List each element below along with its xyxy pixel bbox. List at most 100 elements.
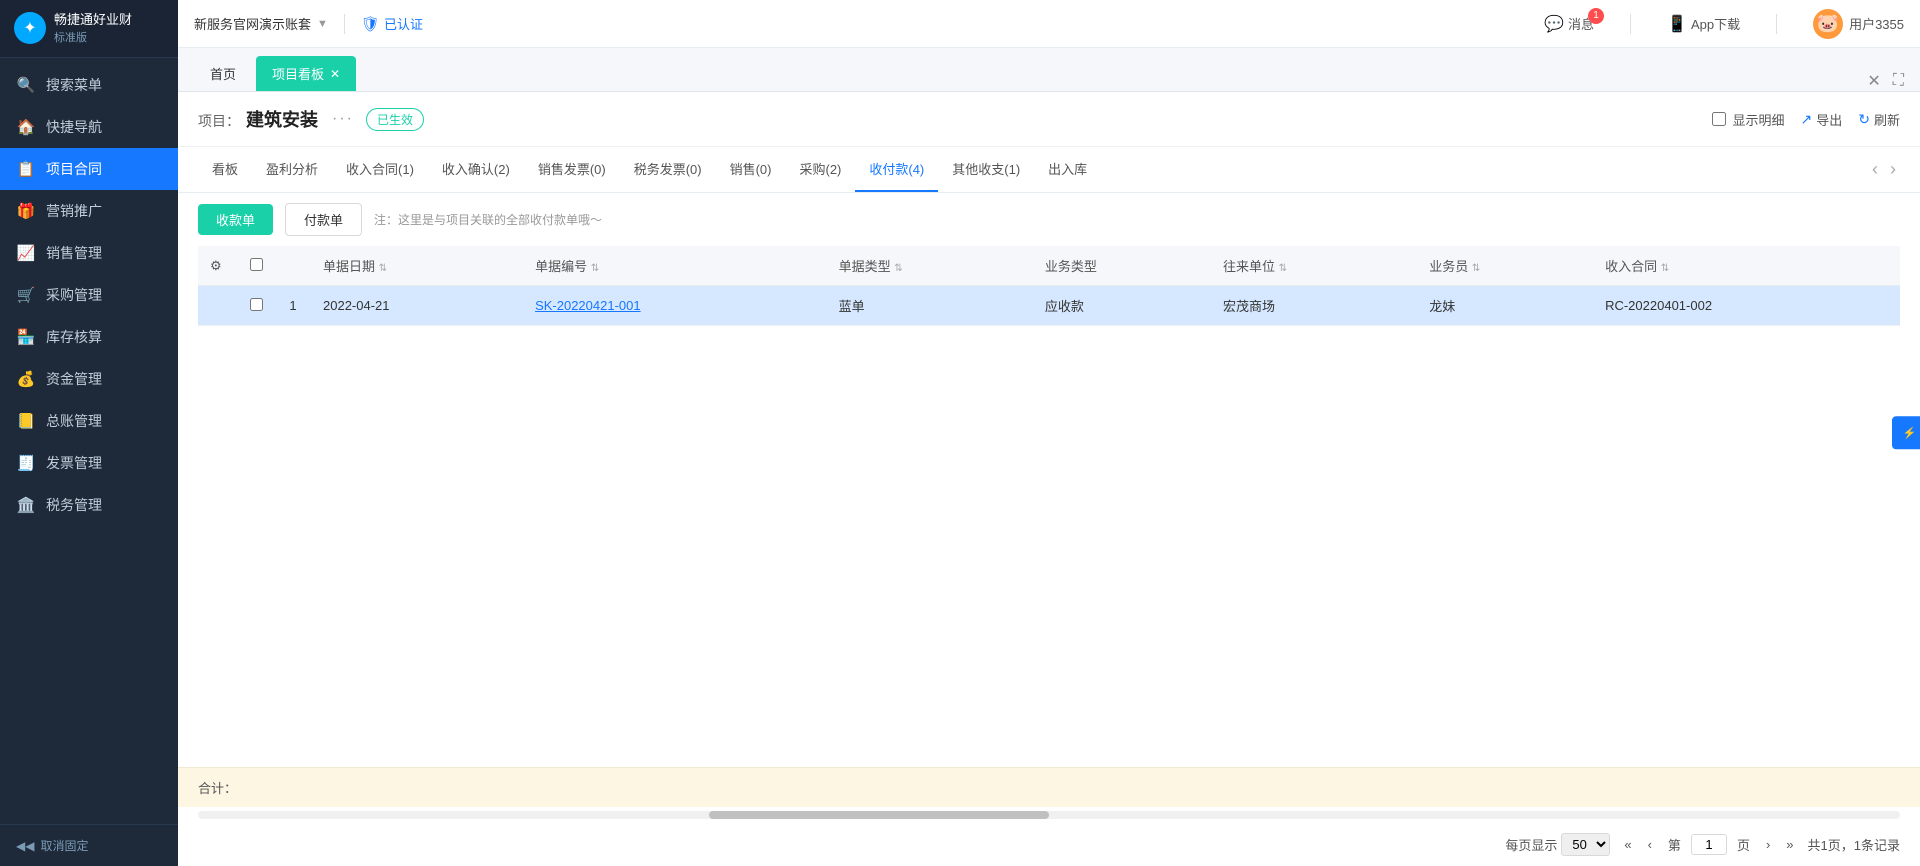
project-name: 建筑安装 [246, 110, 318, 130]
shield-icon: 🛡 [361, 15, 380, 33]
sidebar-item-inventory[interactable]: 🏪 库存核算 [0, 316, 178, 358]
app-download-button[interactable]: 📱 App下载 [1667, 14, 1740, 34]
sidebar-item-purchase[interactable]: 🛒 采购管理 [0, 274, 178, 316]
th-type[interactable]: 单据类型 [827, 246, 1033, 286]
chart-icon: 📈 [16, 243, 36, 263]
expand-window-icon[interactable]: ⛶ [1893, 72, 1904, 90]
tabbar: 首页 项目看板 ✕ ✕ ⛶ [178, 48, 1920, 92]
avatar: 🐷 [1813, 9, 1843, 39]
subnav-sales-invoice[interactable]: 销售发票(0) [524, 147, 620, 192]
subnav-tax-invoice[interactable]: 税务发票(0) [620, 147, 716, 192]
sidebar-item-marketing[interactable]: 🎁 营销推广 [0, 190, 178, 232]
td-date: 2022-04-21 [311, 286, 523, 326]
right-float-label: ⚡ [1903, 426, 1915, 439]
cancel-pin-label: 取消固定 [40, 837, 88, 854]
project-more-button[interactable]: ··· [332, 110, 354, 128]
tab-close-icon[interactable]: ✕ [330, 67, 340, 81]
td-number[interactable]: SK-20220421-001 [523, 286, 827, 326]
th-checkbox[interactable] [238, 246, 275, 286]
first-page-button[interactable]: « [1618, 835, 1637, 854]
app-edition: 标准版 [54, 29, 132, 45]
close-window-icon[interactable]: ✕ [1867, 71, 1880, 91]
gift-icon: 🎁 [16, 201, 36, 221]
table-body: 1 2022-04-21 SK-20220421-001 蓝单 [198, 286, 1900, 326]
th-biz-type: 业务类型 [1033, 246, 1211, 286]
subnav-arrow-right[interactable]: › [1886, 159, 1900, 180]
sidebar-item-sales[interactable]: 📈 销售管理 [0, 232, 178, 274]
th-settings[interactable]: ⚙ [198, 246, 238, 286]
table-wrap: ⚙ 单据日期 单据编号 [178, 246, 1920, 767]
subnav-arrow-left[interactable]: ‹ [1868, 159, 1882, 180]
sidebar-item-quicknav[interactable]: 🏠 快捷导航 [0, 106, 178, 148]
account-selector[interactable]: 新服务官网演示账套 ▼ [194, 14, 328, 33]
th-partner[interactable]: 往来单位 [1211, 246, 1417, 286]
certified-badge: 🛡 已认证 [361, 14, 423, 33]
subnav-income-confirm[interactable]: 收入确认(2) [428, 147, 524, 192]
topbar-divider-2 [1630, 14, 1631, 34]
show-detail-checkbox[interactable] [1712, 112, 1726, 126]
export-label: 导出 [1816, 110, 1842, 129]
ledger-icon: 📒 [16, 411, 36, 431]
sidebar-item-search[interactable]: 🔍 搜索菜单 [0, 64, 178, 106]
scrollbar-thumb[interactable] [709, 811, 1049, 819]
subnav-profit[interactable]: 盈利分析 [252, 147, 332, 192]
row-checkbox[interactable] [250, 298, 263, 311]
export-button[interactable]: ↗ 导出 [1801, 110, 1843, 129]
th-date[interactable]: 单据日期 [311, 246, 523, 286]
subnav-storage[interactable]: 出入库 [1034, 147, 1101, 192]
prev-page-button[interactable]: ‹ [1642, 835, 1658, 854]
page-input[interactable] [1691, 834, 1727, 855]
tab-project-board[interactable]: 项目看板 ✕ [256, 56, 356, 91]
subnav-other-income[interactable]: 其他收支(1) [938, 147, 1034, 192]
page-size-wrap: 每页显示 50 [1505, 833, 1610, 856]
td-salesman: 龙妹 [1417, 286, 1593, 326]
sidebar-item-tax[interactable]: 🏛️ 税务管理 [0, 484, 178, 526]
per-page-select[interactable]: 50 [1561, 833, 1610, 856]
user-menu[interactable]: 🐷 用户3355 [1813, 9, 1904, 39]
receipts-button[interactable]: 收款单 [198, 204, 273, 235]
panel: 收款单 付款单 注：这里是与项目关联的全部收付款单哦～ ⚙ [178, 193, 1920, 866]
subnav-purchase[interactable]: 采购(2) [785, 147, 855, 192]
tab-home[interactable]: 首页 [194, 56, 252, 91]
topbar-right: 💬 消息 1 📱 App下载 🐷 用户3355 [1544, 9, 1904, 39]
td-type: 蓝单 [827, 286, 1033, 326]
row-number-link[interactable]: SK-20220421-001 [535, 298, 641, 313]
main-area: 新服务官网演示账套 ▼ 🛡 已认证 💬 消息 1 📱 App下载 🐷 用户335… [178, 0, 1920, 866]
topbar-divider-3 [1776, 14, 1777, 34]
sidebar-label-sales: 销售管理 [46, 243, 102, 263]
payments-button[interactable]: 付款单 [285, 203, 362, 236]
td-checkbox[interactable] [238, 286, 275, 326]
refresh-label: 刷新 [1874, 110, 1900, 129]
subnav-income-contract[interactable]: 收入合同(1) [332, 147, 428, 192]
sidebar-item-ledger[interactable]: 📒 总账管理 [0, 400, 178, 442]
sidebar-label-invoice: 发票管理 [46, 453, 102, 473]
subnav-receipts[interactable]: 收付款(4) [855, 147, 938, 192]
sidebar-label-funds: 资金管理 [46, 369, 102, 389]
table-scrollbar[interactable] [178, 807, 1920, 823]
panel-hint: 注：这里是与项目关联的全部收付款单哦～ [374, 211, 602, 228]
right-float-panel[interactable]: ⚡ [1892, 416, 1920, 449]
subnav-kanban[interactable]: 看板 [198, 147, 252, 192]
refresh-button[interactable]: ↻ 刷新 [1858, 110, 1900, 129]
page-current-wrap: 第 页 [1662, 833, 1756, 856]
sidebar-item-project[interactable]: 📋 项目合同 [0, 148, 178, 190]
sidebar-label-marketing: 营销推广 [46, 201, 102, 221]
th-biz-type-label: 业务类型 [1045, 259, 1097, 274]
last-page-button[interactable]: » [1780, 835, 1799, 854]
content-area: 项目：建筑安装 ··· 已生效 显示明细 ↗ 导出 ↻ 刷新 [178, 92, 1920, 866]
show-detail-checkbox-item[interactable]: 显示明细 [1712, 110, 1784, 129]
th-number[interactable]: 单据编号 [523, 246, 827, 286]
th-salesman[interactable]: 业务员 [1417, 246, 1593, 286]
cancel-pin-button[interactable]: ◀◀ 取消固定 [0, 824, 178, 866]
scrollbar-track [198, 811, 1900, 819]
td-biz-type: 应收款 [1033, 286, 1211, 326]
message-button[interactable]: 💬 消息 1 [1544, 14, 1594, 34]
sidebar-item-funds[interactable]: 💰 资金管理 [0, 358, 178, 400]
next-page-button[interactable]: › [1760, 835, 1776, 854]
store-icon: 🏪 [16, 327, 36, 347]
th-date-label: 单据日期 [323, 259, 375, 274]
select-all-checkbox[interactable] [250, 258, 263, 271]
th-contract[interactable]: 收入合同 [1593, 246, 1900, 286]
sidebar-item-invoice[interactable]: 🧾 发票管理 [0, 442, 178, 484]
subnav-sales[interactable]: 销售(0) [716, 147, 786, 192]
